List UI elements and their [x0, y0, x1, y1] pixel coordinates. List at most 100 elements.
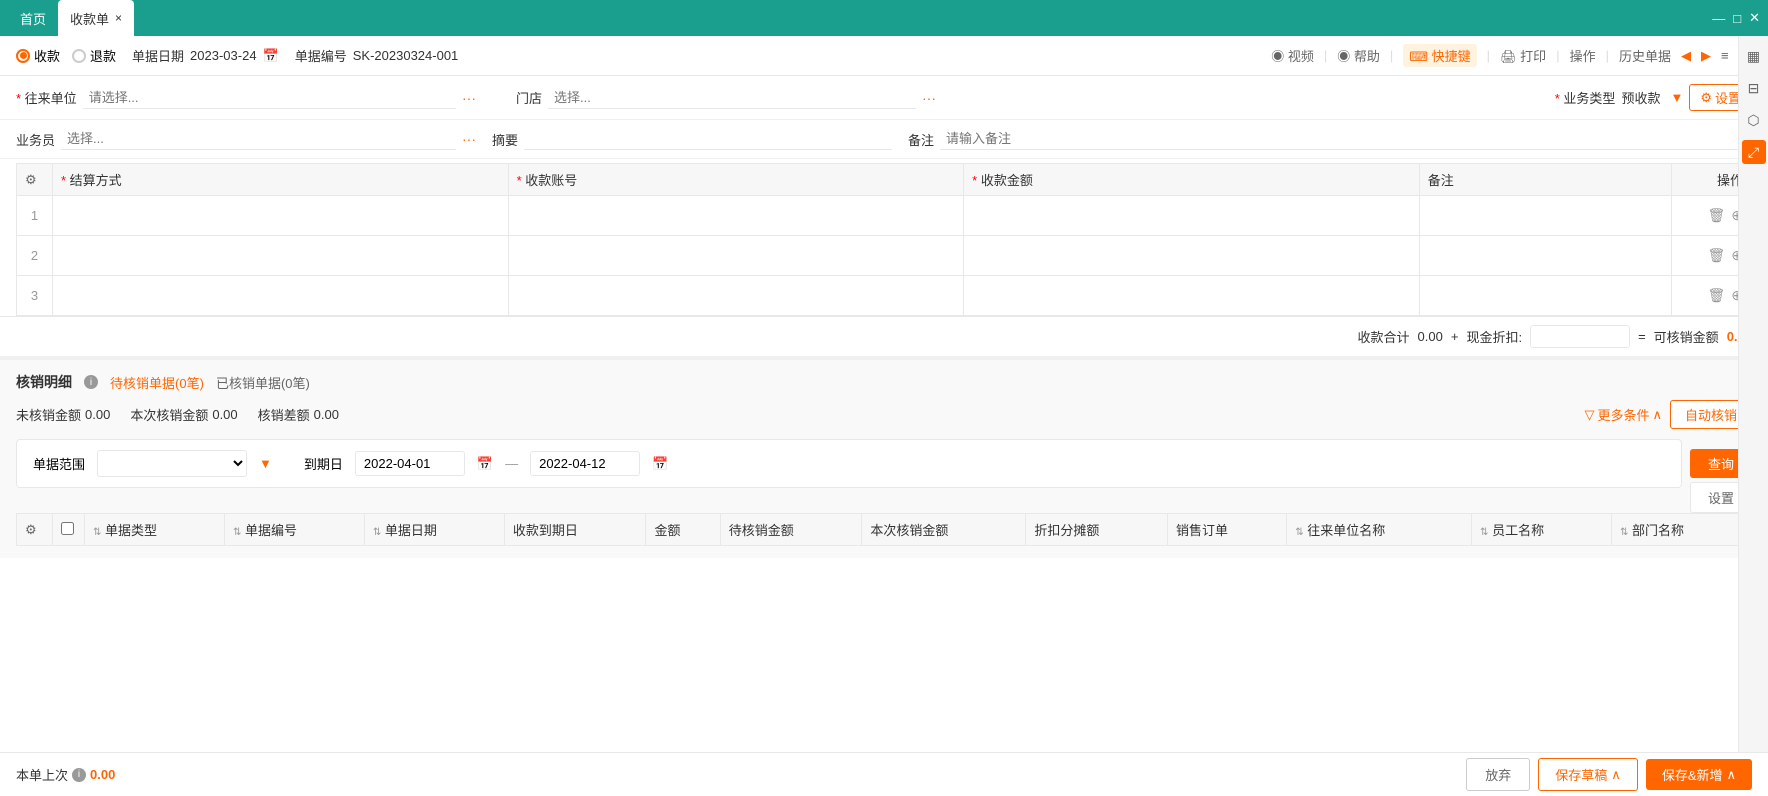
tab-receipt[interactable]: 收款单 × [58, 0, 134, 36]
operations-action[interactable]: 操作 [1570, 46, 1596, 65]
col-checkbox [53, 514, 85, 546]
verification-section: 核销明细 i 待核销单据(0笔) 已核销单据(0笔) 未核销金额 0.00 本次… [0, 356, 1768, 558]
nav-left-icon[interactable]: ◀ [1681, 48, 1691, 64]
equals-sign: = [1638, 329, 1646, 344]
salesperson-group: 业务员 ··· [16, 128, 476, 150]
tab-receipt-label: 收款单 [70, 9, 109, 28]
remark-label: 备注 [908, 130, 934, 149]
store-input[interactable] [548, 87, 916, 109]
row2-delete-icon[interactable]: 🗑 [1707, 247, 1725, 264]
col-employee-label: 员工名称 [1492, 523, 1544, 538]
col-amount: 收款金额 [964, 164, 1420, 196]
tab-home[interactable]: 首页 [8, 0, 58, 36]
date-to-input[interactable] [530, 451, 640, 476]
help-action[interactable]: ◉ 帮助 [1337, 46, 1380, 65]
window-controls: — □ ✕ [1712, 10, 1760, 26]
sub-table-settings-icon[interactable]: ⚙ [25, 522, 37, 537]
history-action[interactable]: 历史单据 [1619, 46, 1671, 65]
main-content: 收款 退款 单据日期 2023-03-24 📅 单据编号 SK-20230324… [0, 36, 1768, 796]
salesperson-input[interactable] [61, 128, 456, 150]
row2-settlement[interactable] [53, 236, 509, 276]
bottom-info-icon[interactable]: i [72, 768, 86, 782]
date-field: 单据日期 2023-03-24 📅 [132, 46, 279, 65]
verification-header: 核销明细 i 待核销单据(0笔) 已核销单据(0笔) [16, 372, 1752, 392]
receipt-radio[interactable]: 收款 [16, 46, 60, 65]
table-settings-icon[interactable]: ⚙ [25, 172, 37, 187]
summary-label: 摘要 [492, 130, 518, 149]
more-conditions-btn[interactable]: ▽ 更多条件 ∧ [1584, 405, 1662, 424]
store-label: 门店 [516, 88, 542, 107]
minimize-btn[interactable]: — [1712, 11, 1725, 26]
row-num-1: 1 [17, 196, 53, 236]
discard-button[interactable]: 放弃 [1466, 758, 1530, 791]
calendar-from-icon[interactable]: 📅 [477, 456, 493, 472]
col-type-label: 单据类型 [105, 523, 157, 538]
row3-account[interactable] [508, 276, 964, 316]
row1-remark[interactable] [1419, 196, 1671, 236]
row1-amount[interactable] [964, 196, 1420, 236]
discount-label: 现金折扣: [1466, 327, 1522, 346]
row1-delete-icon[interactable]: 🗑 [1707, 207, 1725, 224]
filter-row: 单据范围 ▼ 到期日 📅 — 📅 [16, 439, 1682, 488]
row3-remark[interactable] [1419, 276, 1671, 316]
sidebar-expand-icon[interactable]: ⤢ [1742, 140, 1766, 164]
row2-amount[interactable] [964, 236, 1420, 276]
unverified-stat: 未核销金额 0.00 [16, 405, 110, 424]
sidebar-attachment-icon[interactable]: ⬡ [1742, 108, 1766, 132]
discount-input[interactable] [1530, 325, 1630, 348]
calendar-icon[interactable]: 📅 [263, 48, 279, 64]
pending-tab-link[interactable]: 待核销单据(0笔) [110, 373, 204, 392]
summary-input[interactable] [524, 128, 892, 150]
row1-account[interactable] [508, 196, 964, 236]
draft-button[interactable]: 保存草稿 ∧ [1538, 758, 1638, 791]
table-row: 3 🗑 ⊕ [17, 276, 1752, 316]
remark-input[interactable] [940, 128, 1752, 150]
range-select[interactable] [97, 450, 247, 477]
print-action[interactable]: 🖨 打印 [1500, 46, 1546, 65]
verification-title: 核销明细 [16, 372, 72, 392]
counterparty-more-btn[interactable]: ··· [462, 90, 476, 106]
calendar-to-icon[interactable]: 📅 [652, 456, 668, 472]
col-pending-label: 待核销金额 [729, 523, 794, 538]
refund-radio-circle [72, 49, 86, 63]
close-btn[interactable]: ✕ [1749, 10, 1760, 26]
row3-amount[interactable] [964, 276, 1420, 316]
row2-remark[interactable] [1419, 236, 1671, 276]
col-employee: ⇅ 员工名称 [1472, 514, 1612, 546]
sidebar-table-icon[interactable]: ▦ [1742, 44, 1766, 68]
done-label: 已核销单据 [216, 376, 281, 391]
receipt-radio-label: 收款 [34, 46, 60, 65]
save-new-button[interactable]: 保存&新增 ∧ [1646, 759, 1752, 790]
save-new-chevron-icon: ∧ [1726, 767, 1736, 783]
salesperson-more-btn[interactable]: ··· [462, 131, 476, 147]
close-tab-icon[interactable]: × [115, 11, 122, 25]
nav-right-icon[interactable]: ▶ [1701, 48, 1711, 64]
form-header: 收款 退款 单据日期 2023-03-24 📅 单据编号 SK-20230324… [0, 36, 1768, 76]
header-actions: ◉ 视频 | ◉ 帮助 | ⌨ 快捷键 | 🖨 打印 | 操作 | 历史单据 ◀… [1271, 44, 1752, 67]
row1-settlement[interactable] [53, 196, 509, 236]
row3-delete-icon[interactable]: 🗑 [1707, 287, 1725, 304]
store-more-btn[interactable]: ··· [922, 90, 936, 106]
maximize-btn[interactable]: □ [1733, 11, 1741, 26]
refund-radio[interactable]: 退款 [72, 46, 116, 65]
date-from-input[interactable] [355, 451, 465, 476]
diff-stat: 核销差额 0.00 [258, 405, 339, 424]
shortcut-action[interactable]: ⌨ 快捷键 [1403, 44, 1476, 67]
refund-radio-label: 退款 [90, 46, 116, 65]
row3-settlement[interactable] [53, 276, 509, 316]
fields-row-1: 往来单位 ··· 门店 ··· 业务类型 预收款 ▼ ⚙ 设置 [0, 76, 1768, 120]
business-type-chevron[interactable]: ▼ [1670, 90, 1683, 105]
counterparty-input[interactable] [83, 87, 456, 109]
video-action[interactable]: ◉ 视频 [1271, 46, 1314, 65]
list-view-icon[interactable]: ≡ [1721, 48, 1729, 63]
select-all-checkbox[interactable] [61, 522, 74, 535]
row2-account[interactable] [508, 236, 964, 276]
info-icon[interactable]: i [84, 375, 98, 389]
doc-num-label: 单据编号 [295, 46, 347, 65]
range-chevron-icon[interactable]: ▼ [259, 456, 272, 471]
done-tab-link[interactable]: 已核销单据(0笔) [216, 373, 310, 392]
tab-bar: 首页 收款单 × — □ ✕ [0, 0, 1768, 36]
sidebar-history-icon[interactable]: ⊟ [1742, 76, 1766, 100]
receipt-table: ⚙ 结算方式 收款账号 收款金额 备注 操作 1 [16, 163, 1752, 316]
data-table-container: ⚙ 结算方式 收款账号 收款金额 备注 操作 1 [0, 159, 1768, 316]
